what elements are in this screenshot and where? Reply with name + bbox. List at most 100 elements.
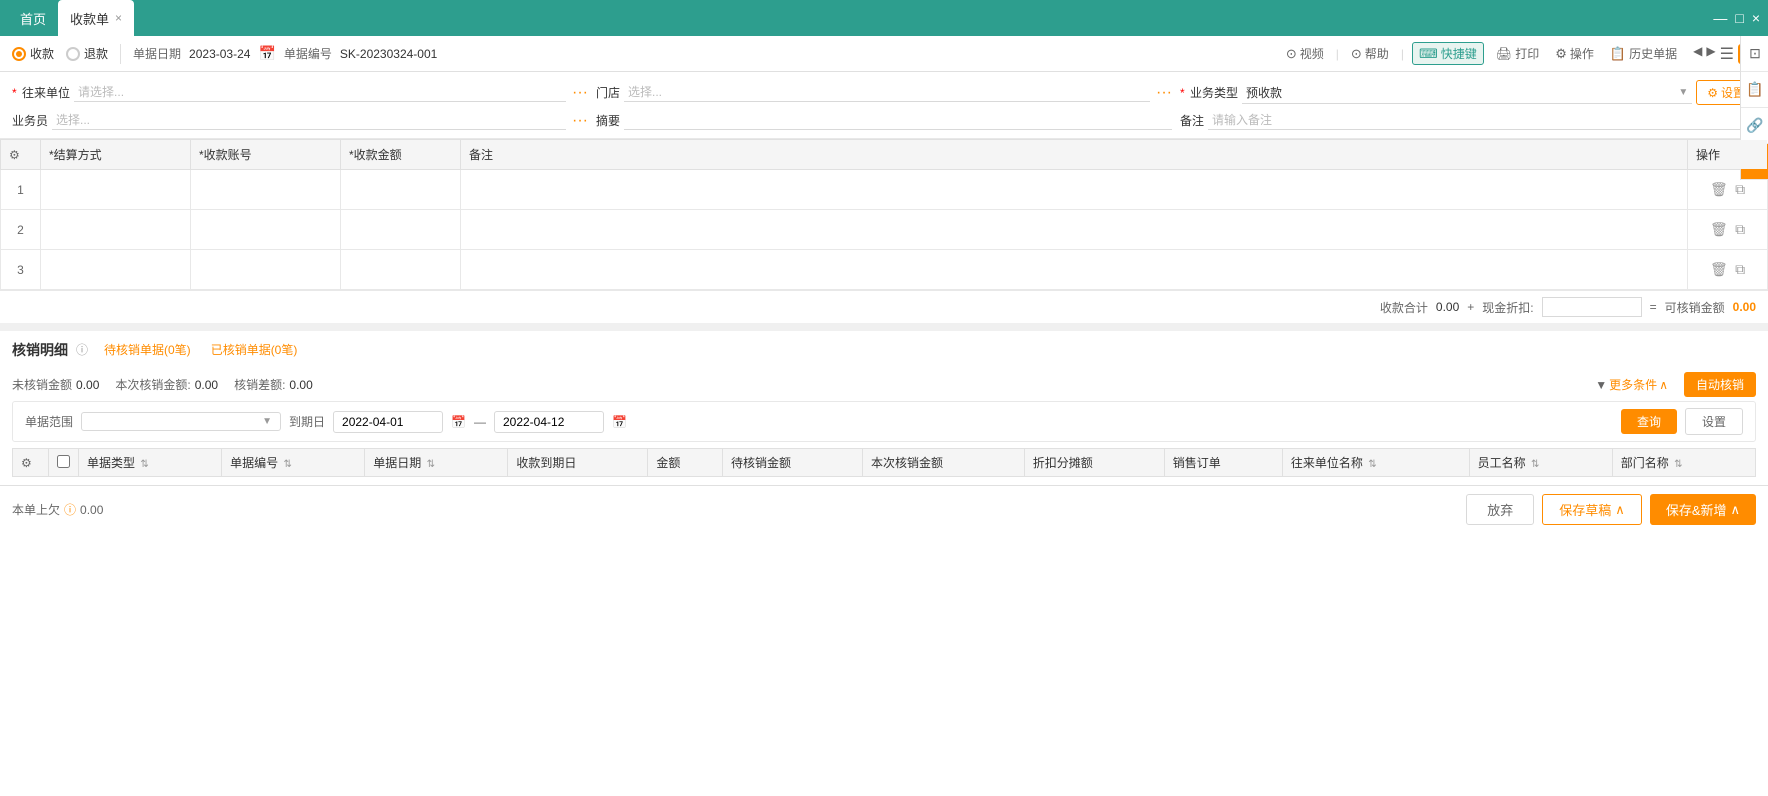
nav-prev-icon[interactable]: ◀ <box>1693 44 1702 64</box>
tab-pending[interactable]: 待核销单据(0笔) <box>96 339 199 360</box>
tab-close-icon[interactable]: × <box>115 11 122 25</box>
row-delete-btn[interactable]: 🗑 <box>1710 261 1728 278</box>
cal-to-icon[interactable]: 📅 <box>612 415 627 429</box>
sort-partner-icon: ⇅ <box>1368 459 1376 470</box>
row-account[interactable] <box>191 170 341 210</box>
biz-type-select[interactable]: 预收款 ▼ <box>1242 82 1692 104</box>
row-delete-btn[interactable]: 🗑 <box>1710 221 1728 238</box>
form-row-1: * 往来单位 ··· 门店 ··· * 业务类型 预收款 ▼ <box>12 80 1756 105</box>
row-settle[interactable] <box>41 250 191 290</box>
window-close-btn[interactable]: × <box>1752 10 1760 26</box>
window-max-btn[interactable]: □ <box>1735 10 1743 26</box>
th-settle: *结算方式 <box>41 140 191 170</box>
discount-input[interactable] <box>1542 297 1642 317</box>
discard-btn[interactable]: 放弃 <box>1466 494 1534 525</box>
dth-discount: 折扣分摊额 <box>1024 449 1164 477</box>
bottom-bar: 本单上欠 ⓘ 0.00 放弃 保存草稿 ∧ 保存&新增 ∧ <box>0 485 1768 533</box>
staff-label: 业务员 <box>12 112 48 129</box>
operations-btn[interactable]: ⚙ 操作 <box>1551 43 1598 64</box>
radio-refund[interactable]: 退款 <box>66 45 108 62</box>
detail-info-icon[interactable]: ⓘ <box>76 341 88 358</box>
dth-this: 本次核销金额 <box>862 449 1024 477</box>
partner-input[interactable] <box>74 83 566 102</box>
row-delete-btn[interactable]: 🗑 <box>1710 181 1728 198</box>
tab-receipt[interactable]: 收款单 × <box>58 0 134 36</box>
detail-settings-btn[interactable]: 设置 <box>1685 408 1743 435</box>
total-label: 收款合计 <box>1380 299 1428 316</box>
tab-home[interactable]: 首页 <box>8 0 58 36</box>
main-content: 收款 退款 单据日期 2023-03-24 📅 单据编号 SK-20230324… <box>0 36 1768 796</box>
video-btn[interactable]: ⊙ 视频 <box>1282 43 1328 64</box>
row-copy-btn[interactable]: ⧉ <box>1735 261 1745 278</box>
row-copy-btn[interactable]: ⧉ <box>1735 181 1745 198</box>
unclaimed-value: 0.00 <box>76 378 99 392</box>
th-action: 操作 <box>1688 140 1768 170</box>
sort-staff-icon: ⇅ <box>1531 459 1539 470</box>
calendar-icon[interactable]: 📅 <box>258 45 275 62</box>
row-amount[interactable] <box>341 250 461 290</box>
cal-from-icon[interactable]: 📅 <box>451 415 466 429</box>
row-settle[interactable] <box>41 210 191 250</box>
row-remark[interactable] <box>461 170 1688 210</box>
shop-more-btn[interactable]: ··· <box>1156 84 1172 102</box>
partner-more-btn[interactable]: ··· <box>572 84 588 102</box>
summary-input[interactable] <box>624 111 1172 130</box>
col-gear-btn[interactable]: ⚙ <box>9 148 20 162</box>
range-select[interactable]: ▼ <box>81 412 281 431</box>
tab-done[interactable]: 已核销单据(0笔) <box>203 339 306 360</box>
dth-type: 单据类型 ⇅ <box>79 449 222 477</box>
query-btn[interactable]: 查询 <box>1621 409 1677 434</box>
print-btn[interactable]: 🖨 打印 <box>1492 43 1544 64</box>
tab-receipt-label: 收款单 <box>70 9 109 28</box>
sidebar-icon-1[interactable]: ⊡ <box>1741 36 1768 72</box>
auto-btn[interactable]: 自动核销 <box>1684 372 1756 397</box>
unclaimed-item: 未核销金额 0.00 <box>12 376 99 393</box>
draft-btn[interactable]: 保存草稿 ∧ <box>1542 494 1642 525</box>
limit-info-icon[interactable]: ⓘ <box>64 501 76 518</box>
window-min-btn[interactable]: — <box>1713 10 1727 26</box>
summary-row: 收款合计 0.00 + 现金折扣: = 可核销金额 0.00 <box>0 290 1768 323</box>
row-copy-btn[interactable]: ⧉ <box>1735 221 1745 238</box>
more-conditions-btn[interactable]: ▼ 更多条件 ∧ <box>1595 376 1668 393</box>
filter-row: 单据范围 ▼ 到期日 📅 — 📅 查询 设置 <box>12 401 1756 442</box>
radio-collect-label: 收款 <box>30 45 54 62</box>
date-from-input[interactable] <box>333 411 443 433</box>
row-settle[interactable] <box>41 170 191 210</box>
sidebar-icon-2-glyph: 📋 <box>1746 81 1763 98</box>
video-icon: ⊙ <box>1286 46 1297 62</box>
row-account[interactable] <box>191 210 341 250</box>
divider-1 <box>120 44 121 64</box>
menu-icon[interactable]: ☰ <box>1720 44 1734 64</box>
receipt-table: ⚙ *结算方式 *收款账号 *收款金额 备注 操作 <box>0 139 1768 290</box>
th-account: *收款账号 <box>191 140 341 170</box>
row-num: 1 <box>1 170 41 210</box>
select-all-checkbox[interactable] <box>57 455 70 468</box>
help-btn[interactable]: ⊙ 帮助 <box>1347 43 1393 64</box>
detail-table-wrap: ⚙ 单据类型 ⇅ 单据编号 ⇅ <box>12 448 1756 477</box>
row-amount[interactable] <box>341 170 461 210</box>
remark-input[interactable] <box>1208 111 1756 130</box>
diff-value: 0.00 <box>289 378 312 392</box>
staff-input[interactable] <box>52 111 566 130</box>
date-to-input[interactable] <box>494 411 604 433</box>
row-amount[interactable] <box>341 210 461 250</box>
shortcut-btn[interactable]: ⌨ 快捷键 <box>1412 42 1484 65</box>
partner-label: * 往来单位 <box>12 84 70 101</box>
detail-col-gear-btn[interactable]: ⚙ <box>21 456 32 470</box>
save-btn[interactable]: 保存&新增 ∧ <box>1650 494 1756 525</box>
toolbar: 收款 退款 单据日期 2023-03-24 📅 单据编号 SK-20230324… <box>0 36 1768 72</box>
detail-section: 核销明细 ⓘ 待核销单据(0笔) 已核销单据(0笔) 未核销金额 0.00 本次… <box>0 331 1768 485</box>
row-remark[interactable] <box>461 210 1688 250</box>
sidebar-icon-1-glyph: ⊡ <box>1749 45 1761 62</box>
row-account[interactable] <box>191 250 341 290</box>
radio-collect[interactable]: 收款 <box>12 45 54 62</box>
staff-more-btn[interactable]: ··· <box>572 112 588 130</box>
shop-input[interactable] <box>624 83 1150 102</box>
biz-type-value: 预收款 <box>1246 84 1282 101</box>
history-btn[interactable]: 📋 历史单据 <box>1606 43 1681 64</box>
dth-no: 单据编号 ⇅ <box>222 449 365 477</box>
shortcut-label: 快捷键 <box>1441 45 1477 62</box>
nav-next-icon[interactable]: ▶ <box>1706 44 1715 64</box>
sidebar-icon-2[interactable]: 📋 <box>1741 72 1768 108</box>
row-remark[interactable] <box>461 250 1688 290</box>
